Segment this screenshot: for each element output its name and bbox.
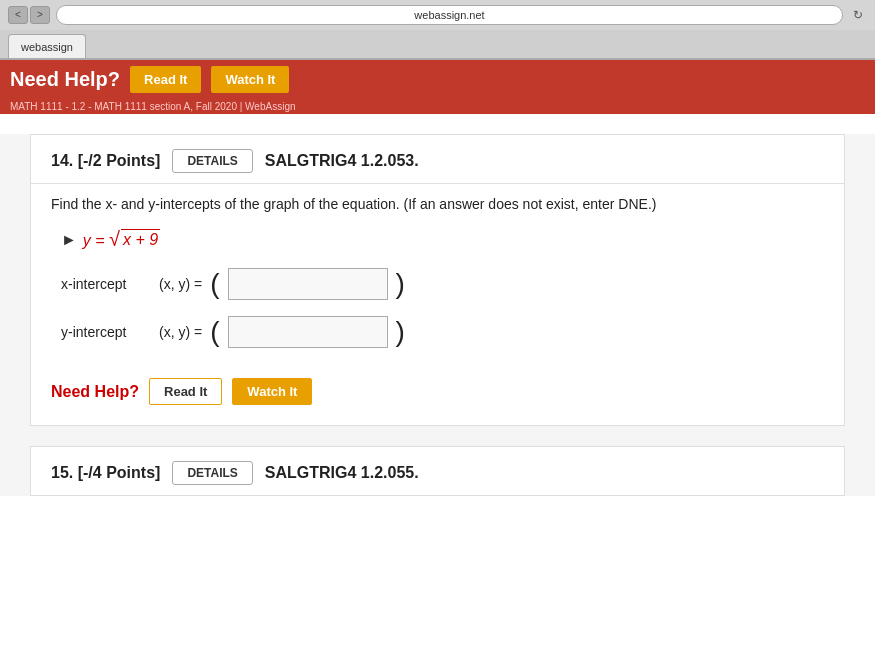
header-watch-it-button[interactable]: Watch It — [211, 66, 289, 93]
page-content: Need Help? Read It Watch It MATH 1111 - … — [0, 60, 875, 657]
main-area: 14. [-/2 Points] DETAILS SALGTRIG4 1.2.0… — [0, 134, 875, 496]
y-intercept-row: y-intercept (x, y) = ( ) — [61, 316, 824, 348]
problem-15-section: 15. [-/4 Points] DETAILS SALGTRIG4 1.2.0… — [30, 446, 845, 496]
equation-y: y = — [83, 232, 109, 249]
problem-14-number: 14. [-/2 Points] — [51, 152, 160, 170]
y-xy-label: (x, y) = — [159, 324, 202, 340]
back-button[interactable]: < — [8, 6, 28, 24]
need-help-section: Need Help? Read It Watch It — [51, 368, 824, 405]
problem-14-body: Find the x- and y-intercepts of the grap… — [31, 183, 844, 425]
equation-line: ► y = √ x + 9 — [61, 229, 824, 250]
nav-buttons: < > — [8, 6, 50, 24]
forward-button[interactable]: > — [30, 6, 50, 24]
y-paren-close: ) — [396, 318, 405, 346]
problem-14-header: 14. [-/2 Points] DETAILS SALGTRIG4 1.2.0… — [31, 135, 844, 183]
sqrt-wrapper: √ x + 9 — [109, 229, 160, 249]
course-info-text: MATH 1111 - 1.2 - MATH 1111 section A, F… — [10, 101, 296, 112]
x-intercept-label: x-intercept — [61, 276, 151, 292]
problem-15-number: 15. [-/4 Points] — [51, 464, 160, 482]
x-paren-close: ) — [396, 270, 405, 298]
read-it-button[interactable]: Read It — [149, 378, 222, 405]
x-xy-label: (x, y) = — [159, 276, 202, 292]
problem-14-code: SALGTRIG4 1.2.053. — [265, 152, 419, 170]
browser-chrome: < > webassign.net ↻ webassign — [0, 0, 875, 60]
x-intercept-row: x-intercept (x, y) = ( ) — [61, 268, 824, 300]
watch-it-button[interactable]: Watch It — [232, 378, 312, 405]
x-intercept-input[interactable] — [228, 268, 388, 300]
header-need-help-label: Need Help? — [10, 68, 120, 91]
browser-tab-bar: webassign — [0, 30, 875, 59]
webpage-subheader: MATH 1111 - 1.2 - MATH 1111 section A, F… — [0, 99, 875, 114]
problem-14-details-button[interactable]: DETAILS — [172, 149, 252, 173]
sqrt-content: x + 9 — [121, 229, 160, 249]
browser-top-bar: < > webassign.net ↻ — [0, 0, 875, 30]
sqrt-radical-symbol: √ — [109, 229, 120, 249]
equation-text: y = √ x + 9 — [83, 229, 160, 250]
tab-label: webassign — [21, 41, 73, 53]
address-text: webassign.net — [414, 9, 484, 21]
y-paren-open: ( — [210, 318, 219, 346]
problem-14-instruction: Find the x- and y-intercepts of the grap… — [51, 194, 824, 215]
y-intercept-label: y-intercept — [61, 324, 151, 340]
y-intercept-input[interactable] — [228, 316, 388, 348]
problem-15-header: 15. [-/4 Points] DETAILS SALGTRIG4 1.2.0… — [31, 447, 844, 495]
address-bar[interactable]: webassign.net — [56, 5, 843, 25]
problem-15-details-button[interactable]: DETAILS — [172, 461, 252, 485]
x-paren-open: ( — [210, 270, 219, 298]
problem-15-code: SALGTRIG4 1.2.055. — [265, 464, 419, 482]
need-help-label: Need Help? — [51, 383, 139, 401]
reload-button[interactable]: ↻ — [849, 6, 867, 24]
equation-bullet: ► — [61, 231, 77, 249]
problem-14-section: 14. [-/2 Points] DETAILS SALGTRIG4 1.2.0… — [30, 134, 845, 426]
header-read-it-button[interactable]: Read It — [130, 66, 201, 93]
webpage-header: Need Help? Read It Watch It — [0, 60, 875, 99]
browser-tab[interactable]: webassign — [8, 34, 86, 58]
